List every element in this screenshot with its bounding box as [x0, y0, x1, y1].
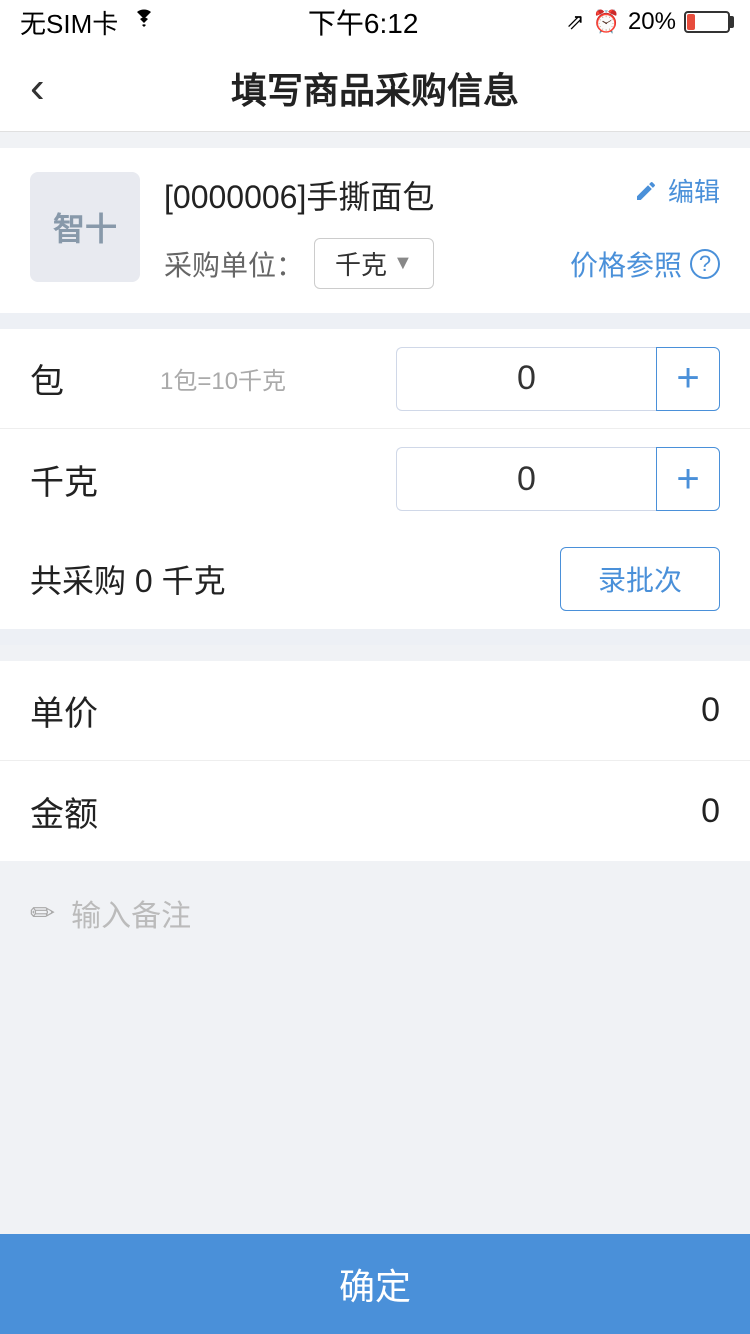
status-right: ⇗ ⏰ 20%: [566, 8, 730, 36]
nav-bar: ‹ 填写商品采购信息: [0, 44, 750, 132]
status-left: 无SIM卡: [20, 4, 160, 41]
carrier-text: 无SIM卡: [20, 4, 118, 41]
amount-value: 0: [701, 792, 720, 831]
price-ref-label: 价格参照: [570, 244, 682, 284]
product-header: [0000006]手撕面包 编辑: [164, 172, 720, 218]
page-title: 填写商品采购信息: [231, 62, 519, 114]
kg-input-row: 千克 0 +: [0, 429, 750, 529]
battery-percent: 20%: [628, 8, 676, 36]
unit-price-row: 单价 0: [0, 661, 750, 761]
divider-2: [0, 629, 750, 645]
confirm-button[interactable]: 确定: [0, 1234, 750, 1334]
remark-placeholder: 输入备注: [71, 891, 191, 935]
price-ref-button[interactable]: 价格参照 ?: [570, 244, 720, 284]
unit-label: 采购单位：: [164, 244, 304, 284]
input-section: 包 1包=10千克 0 + 千克 0 +: [0, 329, 750, 529]
wifi-icon: [128, 7, 160, 38]
amount-row: 金额 0: [0, 761, 750, 861]
bag-sublabel: 1包=10千克: [160, 361, 286, 396]
product-image-text: 智十: [53, 204, 117, 250]
unit-price-label: 单价: [30, 686, 98, 735]
unit-value: 千克: [335, 245, 387, 282]
price-section: 单价 0 金额 0: [0, 661, 750, 861]
product-name: [0000006]手撕面包: [164, 172, 434, 218]
kg-input-right: 0 +: [150, 447, 720, 511]
alarm-icon: ⏰: [593, 9, 620, 35]
total-text: 共采购 0 千克: [30, 556, 226, 602]
product-image: 智十: [30, 172, 140, 282]
divider-1: [0, 313, 750, 329]
bag-input-row: 包 1包=10千克 0 +: [0, 329, 750, 429]
bag-plus-button[interactable]: +: [656, 347, 720, 411]
total-row: 共采购 0 千克 录批次: [0, 529, 750, 629]
product-unit-row: 采购单位： 千克 ▼ 价格参照 ?: [164, 238, 720, 289]
kg-quantity-input[interactable]: 0: [396, 447, 656, 511]
bag-label: 包: [30, 354, 150, 403]
pencil-icon: ✏: [30, 896, 55, 931]
location-icon: ⇗: [566, 9, 584, 35]
back-button[interactable]: ‹: [30, 66, 45, 110]
status-bar: 无SIM卡 下午6:12 ⇗ ⏰ 20%: [0, 0, 750, 44]
battery-icon: [684, 11, 730, 33]
status-time: 下午6:12: [308, 2, 419, 42]
unit-price-value: 0: [701, 691, 720, 730]
kg-plus-button[interactable]: +: [656, 447, 720, 511]
product-info: [0000006]手撕面包 编辑 采购单位： 千克 ▼ 价格参照 ?: [164, 172, 720, 289]
remark-section[interactable]: ✏ 输入备注: [0, 861, 750, 965]
record-batch-button[interactable]: 录批次: [560, 547, 720, 611]
amount-label: 金额: [30, 787, 98, 836]
product-edit-button[interactable]: 编辑: [634, 172, 720, 209]
kg-label: 千克: [30, 455, 150, 504]
bag-quantity-input[interactable]: 0: [396, 347, 656, 411]
help-icon: ?: [690, 249, 720, 279]
product-card: 智十 [0000006]手撕面包 编辑 采购单位： 千克 ▼ 价格参照 ?: [0, 148, 750, 313]
dropdown-arrow-icon: ▼: [393, 252, 413, 275]
bag-input-right: 0 +: [286, 347, 720, 411]
unit-select[interactable]: 千克 ▼: [314, 238, 434, 289]
